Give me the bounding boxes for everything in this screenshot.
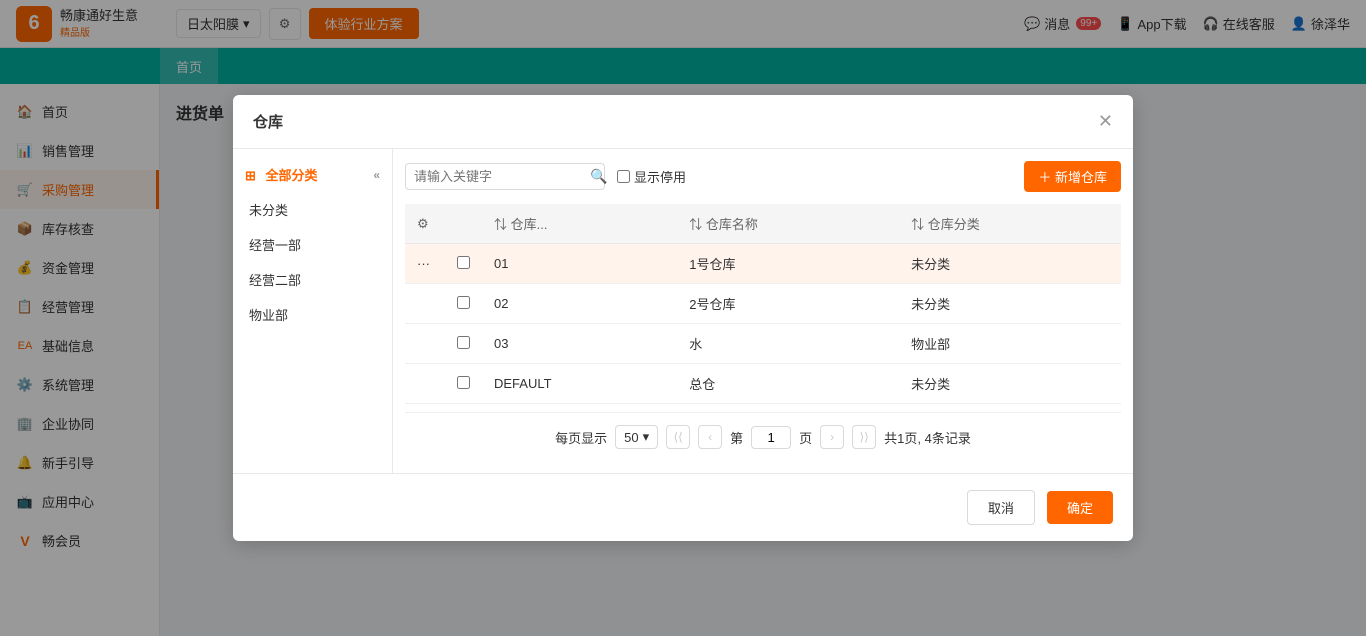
row-category: 未分类 <box>899 284 1121 324</box>
row-category: 物业部 <box>899 324 1121 364</box>
modal-header: 仓库 ✕ <box>233 95 1133 149</box>
row-checkbox[interactable] <box>445 244 482 284</box>
table-row[interactable]: DEFAULT 总仓 未分类 <box>405 364 1121 404</box>
pagination: 每页显示 50 ▾ ⟨⟨ ‹ 第 页 › ⟩⟩ 共1页, 4条记录 <box>405 412 1121 461</box>
modal-body: ⊞ 全部分类 « 未分类 经营一部 经营二部 物业部 <box>233 149 1133 473</box>
first-page-button[interactable]: ⟨⟨ <box>666 425 690 449</box>
row-checkbox[interactable] <box>445 364 482 404</box>
category-all-header[interactable]: ⊞ 全部分类 « <box>233 157 392 192</box>
row-code: 01 <box>482 244 677 284</box>
row-code: 02 <box>482 284 677 324</box>
table-row[interactable]: ··· 01 1号仓库 未分类 <box>405 244 1121 284</box>
row-category: 未分类 <box>899 364 1121 404</box>
category-item-dept1[interactable]: 经营一部 <box>233 227 392 262</box>
show-disabled-checkbox[interactable] <box>617 170 630 183</box>
grid-icon: ⊞ <box>245 168 256 183</box>
col-code: ⇅ 仓库... <box>482 204 677 244</box>
close-icon[interactable]: ✕ <box>1098 111 1113 132</box>
row-code: DEFAULT <box>482 364 677 404</box>
add-warehouse-button[interactable]: ＋ 新增仓库 <box>1024 161 1121 192</box>
modal-title: 仓库 <box>253 111 283 132</box>
search-input[interactable] <box>414 169 590 184</box>
col-checkbox <box>445 204 482 244</box>
table-toolbar: 🔍 显示停用 ＋ 新增仓库 <box>405 161 1121 192</box>
table-row[interactable]: 02 2号仓库 未分类 <box>405 284 1121 324</box>
total-label: 共1页, 4条记录 <box>884 428 971 447</box>
row-gear: ··· <box>405 244 445 284</box>
category-item-unclassified[interactable]: 未分类 <box>233 192 392 227</box>
warehouse-table: ⚙ ⇅ 仓库... ⇅ 仓库名称 <box>405 204 1121 404</box>
search-box: 🔍 <box>405 163 605 190</box>
page-input[interactable] <box>751 426 791 449</box>
confirm-button[interactable]: 确定 <box>1047 491 1113 524</box>
row-name: 水 <box>677 324 899 364</box>
cancel-button[interactable]: 取消 <box>967 490 1035 525</box>
next-page-button[interactable]: › <box>820 425 844 449</box>
row-name: 总仓 <box>677 364 899 404</box>
category-item-property[interactable]: 物业部 <box>233 297 392 332</box>
chevron-down-icon2: ▾ <box>643 429 650 445</box>
row-name: 1号仓库 <box>677 244 899 284</box>
row-gear <box>405 324 445 364</box>
row-checkbox[interactable] <box>445 284 482 324</box>
page-label: 第 <box>730 428 743 447</box>
col-name: ⇅ 仓库名称 <box>677 204 899 244</box>
last-page-button[interactable]: ⟩⟩ <box>852 425 876 449</box>
col-category: ⇅ 仓库分类 <box>899 204 1121 244</box>
row-gear <box>405 284 445 324</box>
collapse-icon[interactable]: « <box>373 168 380 182</box>
category-panel: ⊞ 全部分类 « 未分类 经营一部 经营二部 物业部 <box>233 149 393 473</box>
col-gear: ⚙ <box>405 204 445 244</box>
table-panel: 🔍 显示停用 ＋ 新增仓库 ⚙ <box>393 149 1133 473</box>
sort-icon3: ⇅ <box>911 217 924 232</box>
row-category: 未分类 <box>899 244 1121 284</box>
sort-icon2: ⇅ <box>689 217 702 232</box>
prev-page-button[interactable]: ‹ <box>698 425 722 449</box>
per-page-label: 每页显示 <box>555 428 607 447</box>
sort-icon: ⇅ <box>494 217 507 232</box>
modal-footer: 取消 确定 <box>233 473 1133 541</box>
row-checkbox[interactable] <box>445 324 482 364</box>
page-size-selector[interactable]: 50 ▾ <box>615 425 658 449</box>
table-header-row: ⚙ ⇅ 仓库... ⇅ 仓库名称 <box>405 204 1121 244</box>
category-all-label: 全部分类 <box>266 168 318 183</box>
row-code: 03 <box>482 324 677 364</box>
row-gear <box>405 364 445 404</box>
warehouse-modal: 仓库 ✕ ⊞ 全部分类 « 未分类 经营一部 <box>233 95 1133 541</box>
page-suffix: 页 <box>799 428 812 447</box>
table-row[interactable]: 03 水 物业部 <box>405 324 1121 364</box>
show-disabled-label: 显示停用 <box>617 167 686 186</box>
modal-overlay[interactable]: 仓库 ✕ ⊞ 全部分类 « 未分类 经营一部 <box>0 0 1366 636</box>
category-item-dept2[interactable]: 经营二部 <box>233 262 392 297</box>
row-name: 2号仓库 <box>677 284 899 324</box>
gear-icon: ⚙ <box>417 216 429 231</box>
search-icon[interactable]: 🔍 <box>590 168 607 185</box>
